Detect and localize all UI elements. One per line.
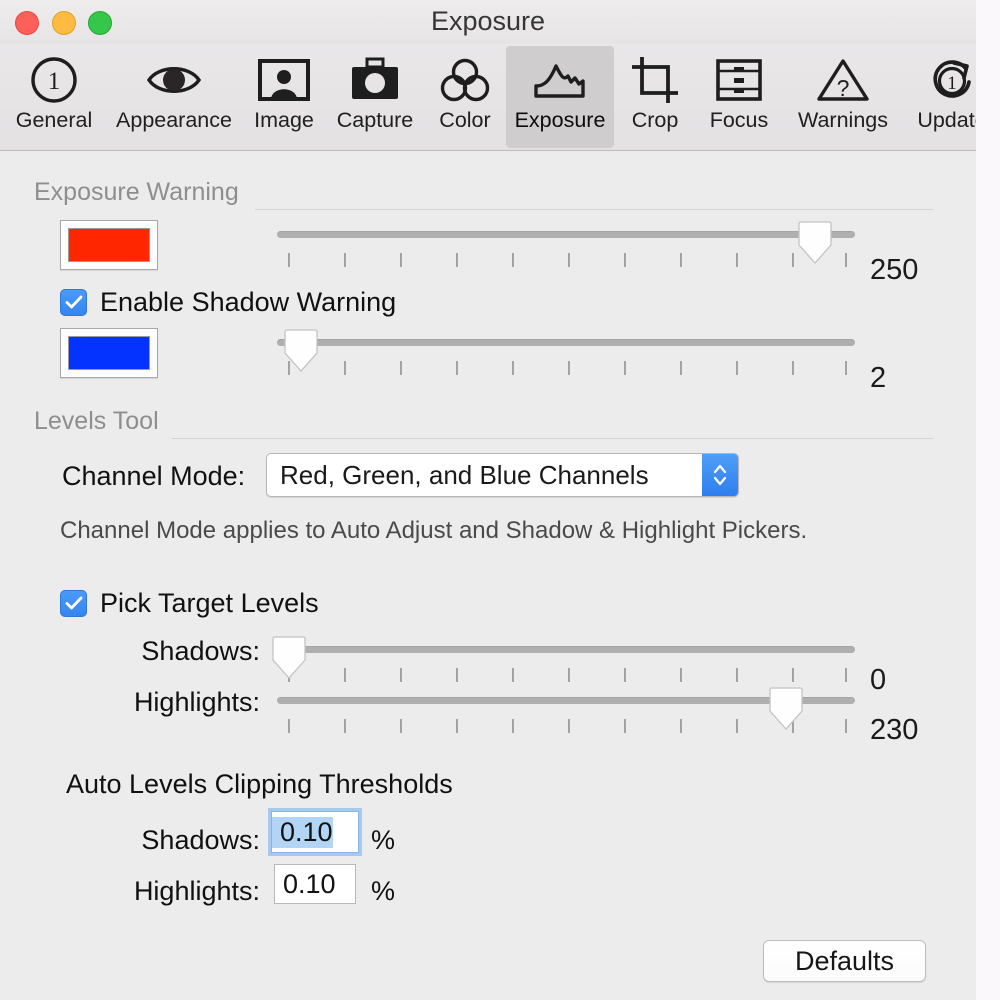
channel-mode-value: Red, Green, and Blue Channels [280, 459, 649, 490]
svg-text:?: ? [837, 75, 850, 101]
tab-exposure[interactable]: Exposure [506, 46, 614, 148]
camera-icon [324, 52, 426, 108]
section-title-exposure-warning: Exposure Warning [34, 178, 239, 206]
tab-focus-label: Focus [709, 108, 769, 132]
clipping-highlights-input[interactable]: 0.10 [274, 864, 356, 904]
preferences-content: Exposure Warning 250 Enable Shadow Warni… [0, 151, 976, 1000]
histogram-icon [506, 52, 614, 108]
pick-target-levels-label: Pick Target Levels [100, 588, 319, 618]
tab-color[interactable]: Color [428, 46, 502, 148]
info-circle-icon: 1 [6, 52, 102, 108]
slider-ticks [277, 361, 855, 375]
slider-thumb[interactable] [797, 221, 833, 265]
tab-general-label: General [15, 108, 93, 132]
preferences-window: Exposure 1 General Appearance Image Capt… [0, 0, 976, 1000]
target-shadows-value: 0 [870, 664, 887, 696]
section-rule-2 [172, 438, 933, 439]
clipping-shadows-label: Shadows: [141, 825, 260, 855]
eye-icon [104, 52, 244, 108]
update-refresh-icon: 1 [904, 52, 976, 108]
clipping-highlights-unit: % [371, 876, 396, 906]
tab-warnings[interactable]: ? Warnings [784, 46, 902, 148]
slider-track [277, 231, 855, 238]
defaults-button[interactable]: Defaults [763, 940, 926, 982]
clipping-shadows-input[interactable]: 0.10 [268, 808, 362, 856]
slider-thumb[interactable] [283, 329, 319, 373]
clipping-highlights-label: Highlights: [133, 876, 260, 906]
highlight-warning-color-well[interactable] [60, 220, 158, 270]
slider-thumb[interactable] [271, 636, 307, 680]
shadow-color-swatch [68, 336, 150, 370]
slider-ticks [277, 668, 855, 682]
titlebar: Exposure [0, 0, 976, 44]
tab-appearance-label: Appearance [116, 108, 232, 132]
window-edge-background [976, 0, 1000, 1000]
tab-color-label: Color [439, 108, 491, 132]
enable-shadow-warning-checkbox[interactable]: Enable Shadow Warning [60, 287, 396, 318]
tab-crop-label: Crop [631, 108, 679, 132]
target-shadows-label: Shadows: [141, 636, 260, 666]
tab-focus[interactable]: Focus [696, 46, 782, 148]
checkbox-box [60, 590, 87, 617]
tab-crop[interactable]: Crop [616, 46, 694, 148]
chevron-updown-icon [702, 454, 738, 496]
tab-update-label: Update [917, 108, 976, 132]
channel-mode-help-text: Channel Mode applies to Auto Adjust and … [60, 517, 808, 544]
slider-ticks [277, 253, 855, 267]
tab-general[interactable]: 1 General [6, 46, 102, 148]
channel-mode-label: Channel Mode: [62, 461, 246, 491]
shadow-threshold-value: 2 [870, 362, 887, 394]
channel-mode-select[interactable]: Red, Green, and Blue Channels [266, 453, 739, 497]
svg-text:1: 1 [48, 68, 61, 95]
focus-grid-icon [696, 52, 782, 108]
tab-exposure-label: Exposure [514, 108, 606, 132]
pick-target-levels-checkbox[interactable]: Pick Target Levels [60, 588, 319, 619]
target-highlights-value: 230 [870, 714, 919, 746]
section-title-levels-tool: Levels Tool [34, 407, 159, 435]
warning-triangle-icon: ? [784, 52, 902, 108]
crop-icon [616, 52, 694, 108]
slider-track [277, 646, 855, 653]
clipping-highlights-value: 0.10 [283, 868, 336, 899]
tab-image[interactable]: Image [246, 46, 322, 148]
preferences-toolbar: 1 General Appearance Image Capture Color… [0, 44, 976, 151]
target-highlights-label: Highlights: [133, 687, 260, 717]
enable-shadow-warning-label: Enable Shadow Warning [100, 287, 397, 317]
portrait-icon [246, 52, 322, 108]
svg-text:1: 1 [947, 73, 957, 94]
tab-image-label: Image [254, 108, 314, 132]
clipping-shadows-value: 0.10 [272, 816, 333, 848]
tab-capture-label: Capture [336, 108, 414, 132]
color-circles-icon [428, 52, 502, 108]
tab-capture[interactable]: Capture [324, 46, 426, 148]
defaults-button-label: Defaults [794, 945, 895, 976]
highlight-color-swatch [68, 228, 150, 262]
section-rule-1 [255, 209, 933, 210]
window-title: Exposure [430, 6, 546, 36]
tab-warnings-label: Warnings [797, 108, 888, 132]
auto-levels-clipping-header: Auto Levels Clipping Thresholds [66, 769, 453, 799]
slider-track [277, 339, 855, 346]
checkbox-box [60, 289, 87, 316]
tab-appearance[interactable]: Appearance [104, 46, 244, 148]
shadow-warning-color-well[interactable] [60, 328, 158, 378]
tab-update[interactable]: 1 Update [904, 46, 976, 148]
clipping-shadows-unit: % [371, 825, 396, 855]
slider-thumb[interactable] [768, 687, 804, 731]
highlight-threshold-value: 250 [870, 254, 919, 286]
